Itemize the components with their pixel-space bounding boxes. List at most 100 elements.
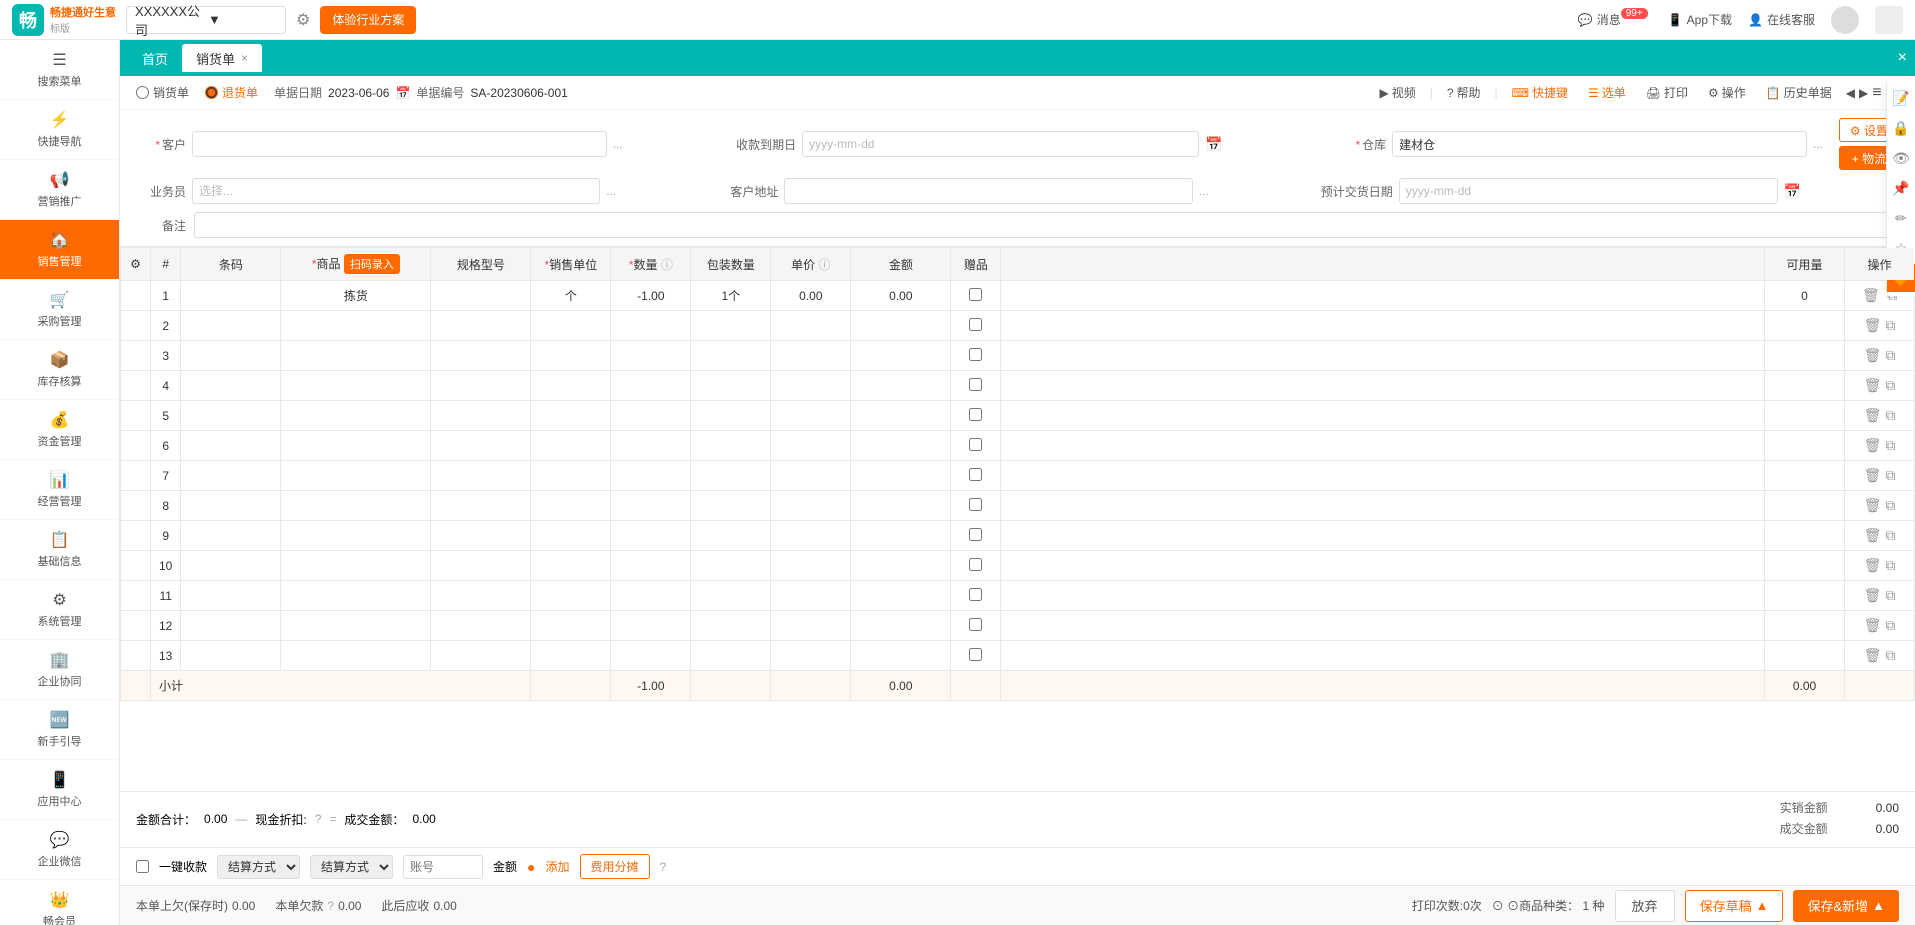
due-date-calendar-icon[interactable]: 📅 [1205, 136, 1222, 153]
delete-icon-1[interactable]: 🗑 [1860, 287, 1882, 303]
delete-icon[interactable]: 🗑 [1862, 317, 1884, 333]
radio-sales[interactable]: 销货单 [136, 84, 189, 101]
help-btn[interactable]: ? 帮助 [1441, 82, 1487, 103]
copy-icon[interactable]: ⧉ [1883, 407, 1897, 423]
message-btn[interactable]: 💬 消息 99+ [1578, 11, 1652, 28]
copy-icon[interactable]: ⧉ [1883, 587, 1897, 603]
delete-icon[interactable]: 🗑 [1862, 587, 1884, 603]
sidebar-item-guide[interactable]: 🆕 新手引导 [0, 700, 119, 760]
staff-more-icon[interactable]: ... [606, 184, 616, 198]
user-menu[interactable] [1875, 6, 1903, 34]
sidebar-item-appstore[interactable]: 📱 应用中心 [0, 760, 119, 820]
sidebar-item-member[interactable]: 👑 畅会员 [0, 880, 119, 925]
panel-edit-btn[interactable]: ✏ [1887, 204, 1915, 232]
copy-icon[interactable]: ⧉ [1883, 647, 1897, 663]
account-input[interactable] [403, 855, 483, 879]
panel-pin-btn[interactable]: 📌 [1887, 174, 1915, 202]
address-more-icon[interactable]: ... [1199, 184, 1209, 198]
row-unit-1[interactable]: 个 [531, 281, 611, 311]
company-selector[interactable]: XXXXXX公司 ▼ [126, 6, 286, 34]
sidebar-item-system[interactable]: ⚙ 系统管理 [0, 580, 119, 640]
remark-input[interactable] [194, 212, 1899, 238]
panel-eye-btn[interactable]: 👁 [1887, 144, 1915, 172]
scan-btn[interactable]: 扫码录入 [344, 254, 400, 274]
sidebar-item-quick-nav[interactable]: ⚡ 快捷导航 [0, 100, 119, 160]
operation-btn[interactable]: ⚙ 操作 [1702, 82, 1752, 103]
tab-close-icon[interactable]: × [241, 51, 248, 65]
copy-icon[interactable]: ⧉ [1883, 317, 1897, 333]
calendar-icon[interactable]: 📅 [395, 86, 410, 100]
sidebar-item-purchase[interactable]: 🛒 采购管理 [0, 280, 119, 340]
panel-lock-btn[interactable]: 🔒 [1887, 114, 1915, 142]
delete-icon[interactable]: 🗑 [1862, 527, 1884, 543]
copy-icon[interactable]: ⧉ [1883, 377, 1897, 393]
add-icon[interactable]: ● [527, 859, 535, 875]
copy-icon[interactable]: ⧉ [1883, 557, 1897, 573]
sidebar-item-marketing[interactable]: 📢 营销推广 [0, 160, 119, 220]
discount-info-icon[interactable]: ? [315, 812, 322, 826]
copy-icon[interactable]: ⧉ [1883, 347, 1897, 363]
sidebar-item-wechat[interactable]: 💬 企业微信 [0, 820, 119, 880]
sidebar-item-operations[interactable]: 📊 经营管理 [0, 460, 119, 520]
staff-input[interactable] [192, 178, 600, 204]
row-qty-1[interactable]: -1.00 [611, 281, 691, 311]
debt-info-icon[interactable]: ? [327, 899, 334, 913]
copy-icon[interactable]: ⧉ [1883, 467, 1897, 483]
avatar[interactable] [1831, 6, 1859, 34]
row-pkg-1[interactable]: 1个 [691, 281, 771, 311]
add-label[interactable]: 添加 [546, 858, 570, 875]
row-price-1[interactable]: 0.00 [771, 281, 851, 311]
shortcut-btn[interactable]: ⌨ 快捷键 [1506, 82, 1574, 103]
trial-btn[interactable]: 体验行业方案 [320, 6, 416, 34]
delete-icon[interactable]: 🗑 [1862, 467, 1884, 483]
view-list-btn[interactable]: ≡ [1872, 84, 1881, 102]
row-product-1[interactable]: 拣货 [281, 281, 431, 311]
due-date-input[interactable] [802, 131, 1199, 157]
app-download-btn[interactable]: 📱 App下载 [1668, 11, 1732, 28]
sidebar-item-enterprise[interactable]: 🏢 企业协同 [0, 640, 119, 700]
delivery-calendar-icon[interactable]: 📅 [1784, 183, 1801, 200]
copy-icon[interactable]: ⧉ [1883, 497, 1897, 513]
row-amount-1[interactable]: 0.00 [851, 281, 951, 311]
copy-icon[interactable]: ⧉ [1883, 617, 1897, 633]
col-settings[interactable]: ⚙ [121, 248, 151, 281]
tab-home[interactable]: 首页 [128, 44, 182, 72]
history-btn[interactable]: 📋 历史单据 [1760, 82, 1838, 103]
tab-sales-order[interactable]: 销货单 × [182, 44, 262, 72]
save-new-btn[interactable]: 保存&新增 ▲ [1793, 890, 1899, 922]
online-service-btn[interactable]: 👤 在线客服 [1748, 11, 1815, 28]
radio-return[interactable]: 退货单 [205, 84, 258, 101]
row-gift-1[interactable] [951, 281, 1001, 311]
delete-icon[interactable]: 🗑 [1862, 407, 1884, 423]
warehouse-more-icon[interactable]: ... [1813, 137, 1823, 151]
delivery-date-input[interactable] [1399, 178, 1778, 204]
delete-icon[interactable]: 🗑 [1862, 617, 1884, 633]
nav-next-btn[interactable]: ▶ [1859, 86, 1868, 100]
delete-icon[interactable]: 🗑 [1862, 347, 1884, 363]
expense-help-icon[interactable]: ? [660, 860, 667, 874]
expense-btn[interactable]: 费用分摊 [580, 854, 650, 879]
tab-bar-close[interactable]: × [1898, 49, 1907, 67]
copy-icon[interactable]: ⧉ [1883, 527, 1897, 543]
sidebar-item-inventory[interactable]: 📦 库存核算 [0, 340, 119, 400]
row-barcode-1[interactable] [181, 281, 281, 311]
panel-note-btn[interactable]: 📝 [1887, 84, 1915, 112]
calc-method-select2[interactable]: 结算方式 [310, 855, 393, 879]
calc-method-select[interactable]: 结算方式 [217, 855, 300, 879]
delete-icon[interactable]: 🗑 [1862, 497, 1884, 513]
delete-icon[interactable]: 🗑 [1862, 647, 1884, 663]
warehouse-input[interactable] [1392, 131, 1807, 157]
save-draft-btn[interactable]: 保存草稿 ▲ [1685, 890, 1784, 922]
sidebar-item-sales[interactable]: 🏠 销售管理 [0, 220, 119, 280]
select-order-btn[interactable]: ☰ 选单 [1582, 82, 1632, 103]
nav-prev-btn[interactable]: ◀ [1846, 86, 1855, 100]
customer-more-icon[interactable]: ... [613, 137, 623, 151]
row-spec-1[interactable] [431, 281, 531, 311]
delete-icon[interactable]: 🗑 [1862, 437, 1884, 453]
delete-icon[interactable]: 🗑 [1862, 377, 1884, 393]
abandon-btn[interactable]: 放弃 [1615, 890, 1675, 922]
sidebar-item-search[interactable]: ☰ 搜索菜单 [0, 40, 119, 100]
address-input[interactable] [784, 178, 1192, 204]
customer-input[interactable] [192, 131, 607, 157]
gear-icon[interactable]: ⚙ [296, 10, 310, 30]
